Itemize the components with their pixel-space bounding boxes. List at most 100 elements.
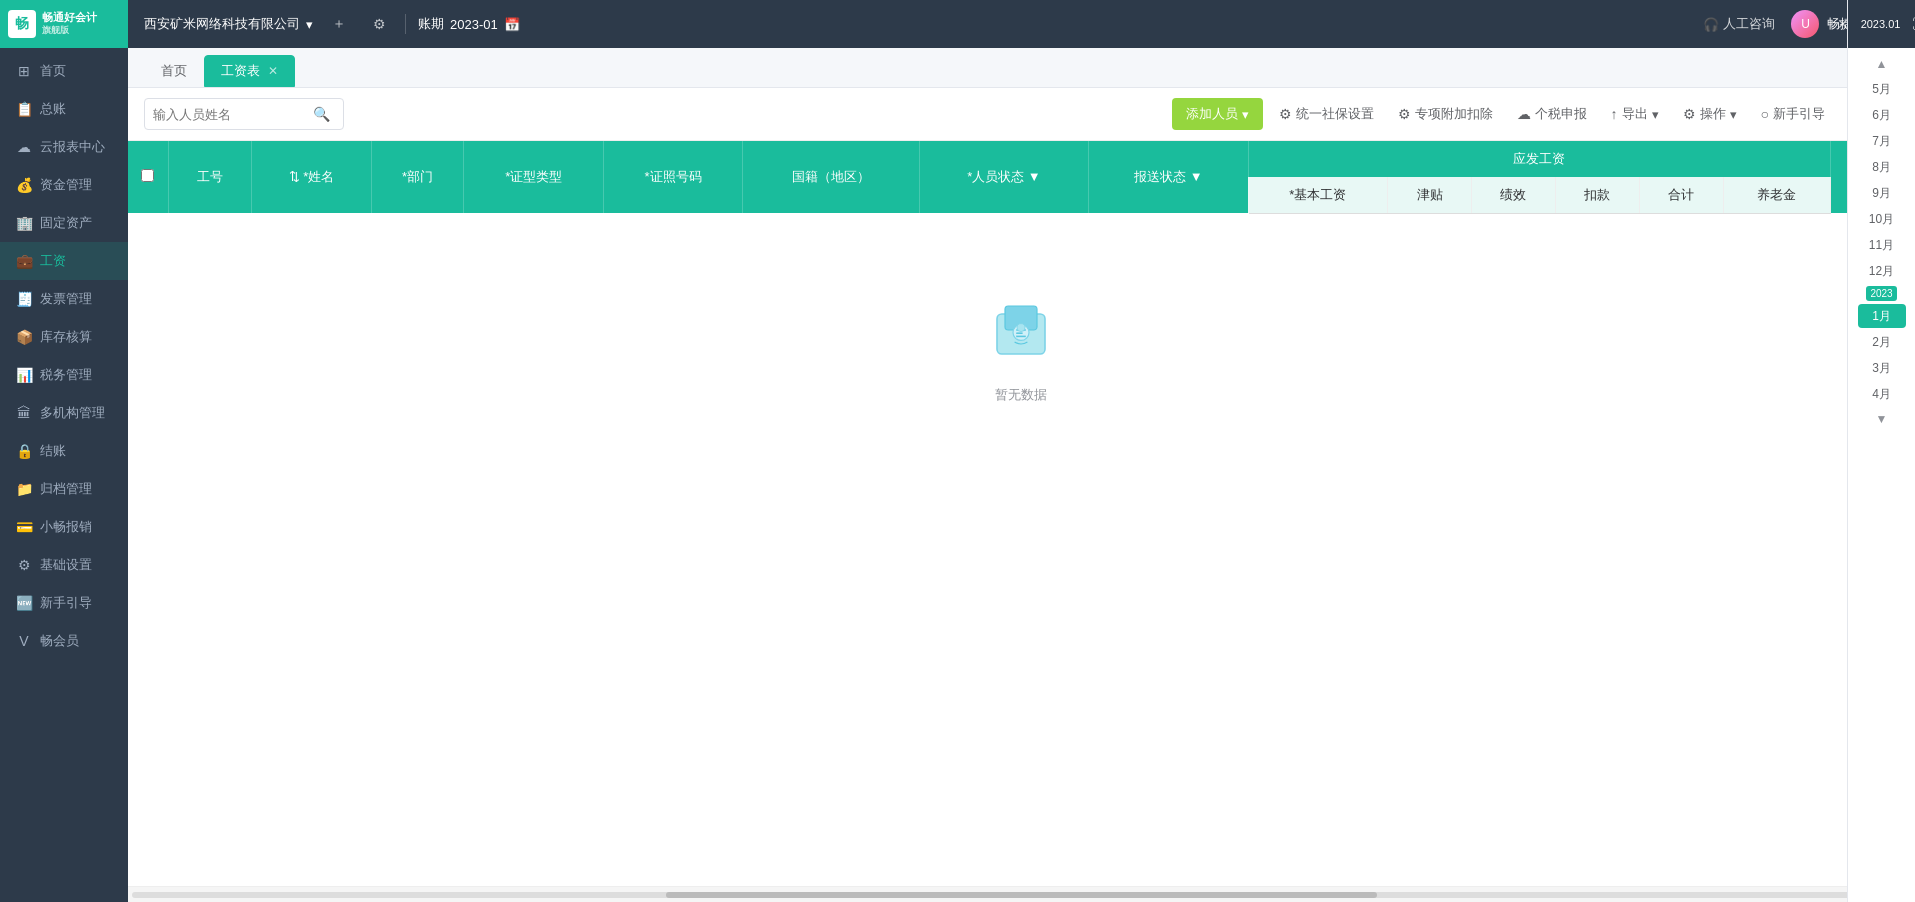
scrollbar-track[interactable]: [132, 892, 1911, 898]
operation-dropdown-icon: ▾: [1730, 107, 1737, 122]
sidebar-item-guide[interactable]: 🆕新手引导: [0, 584, 128, 622]
date-panel: ✕ 2023.01 ⛶ ▲ 5月 6月 7月 8月 9月 10月 11月 12月…: [1847, 0, 1915, 902]
main-wrapper: 西安矿米网络科技有限公司 ▾ ＋ ⚙ 账期 2023-01 📅 🎧 人工咨询 U…: [128, 0, 1915, 902]
sidebar-logo: 畅 畅通好会计 旗舰版: [0, 0, 128, 48]
nav-icon-fund: 💰: [16, 177, 32, 193]
nav-icon-inventory: 📦: [16, 329, 32, 345]
nav-icon-salary: 💼: [16, 253, 32, 269]
search-input[interactable]: [153, 107, 313, 122]
sidebar-item-settings[interactable]: ⚙基础设置: [0, 546, 128, 584]
search-box[interactable]: 🔍: [144, 98, 344, 130]
sidebar-item-member[interactable]: V畅会员: [0, 622, 128, 660]
logo-text: 畅通好会计 旗舰版: [42, 11, 97, 37]
sidebar-item-archive[interactable]: 📁归档管理: [0, 470, 128, 508]
sidebar-item-expense[interactable]: 💳小畅报销: [0, 508, 128, 546]
sidebar-nav: ⊞ 首页 📋总账☁云报表中心 💰 资金管理 🏢固定资产 💼 工资 🧾发票管理📦库存核算📊税务管理…: [0, 48, 128, 902]
tabbar: 首页 工资表 ✕: [128, 48, 1915, 88]
guide-icon: ○: [1761, 106, 1769, 122]
svg-point-6: [1017, 323, 1025, 331]
year-badge: 2023: [1866, 286, 1896, 301]
col-status: *人员状态 ▼: [920, 141, 1089, 213]
tab-home[interactable]: 首页: [144, 55, 204, 87]
user-avatar: U: [1791, 10, 1819, 38]
add-company-btn[interactable]: ＋: [325, 10, 353, 38]
sub-col-deduction: 扣款: [1555, 177, 1639, 213]
nav-label-salary: 工资: [40, 252, 66, 270]
sidebar-item-home[interactable]: ⊞ 首页: [0, 52, 128, 90]
sidebar-item-inventory[interactable]: 📦库存核算: [0, 318, 128, 356]
calendar-icon[interactable]: 📅: [504, 17, 520, 32]
settings-icon[interactable]: ⚙: [365, 10, 393, 38]
sidebar-item-fixed-assets[interactable]: 🏢固定资产: [0, 204, 128, 242]
nav-icon-home: ⊞: [16, 63, 32, 79]
date-month-list: ▲ 5月 6月 7月 8月 9月 10月 11月 12月 2023 1月 2月 …: [1848, 48, 1915, 902]
empty-state: 暂无数据: [128, 214, 1915, 484]
sidebar-item-multi-org[interactable]: 🏛多机构管理: [0, 394, 128, 432]
filter-icon[interactable]: ▼: [1028, 169, 1041, 184]
col-id-type: *证型类型: [464, 141, 603, 213]
sidebar-item-closing[interactable]: 🔒结账: [0, 432, 128, 470]
sidebar-item-cloud-report[interactable]: ☁云报表中心: [0, 128, 128, 166]
company-selector[interactable]: 西安矿米网络科技有限公司 ▾: [144, 15, 313, 33]
sidebar-item-tax[interactable]: 📊税务管理: [0, 356, 128, 394]
month-4[interactable]: 4月: [1858, 382, 1906, 406]
month-8[interactable]: 8月: [1858, 155, 1906, 179]
logo-icon: 畅: [8, 10, 36, 38]
tax-icon: ☁: [1517, 106, 1531, 122]
nav-icon-closing: 🔒: [16, 443, 32, 459]
month-5[interactable]: 5月: [1858, 77, 1906, 101]
empty-row: 暂无数据: [128, 213, 1915, 484]
tax-declaration-btn[interactable]: ☁ 个税申报: [1509, 98, 1595, 130]
add-dropdown-icon: ▾: [1242, 107, 1249, 122]
export-btn[interactable]: ↑ 导出 ▾: [1603, 98, 1667, 130]
company-dropdown-icon[interactable]: ▾: [306, 17, 313, 32]
filter-icon2[interactable]: ▼: [1190, 169, 1203, 184]
scrollbar-thumb[interactable]: [666, 892, 1378, 898]
nav-label-home: 首页: [40, 62, 66, 80]
month-3[interactable]: 3月: [1858, 356, 1906, 380]
month-1-active[interactable]: 1月: [1858, 304, 1906, 328]
month-11[interactable]: 11月: [1858, 233, 1906, 257]
month-2[interactable]: 2月: [1858, 330, 1906, 354]
month-7[interactable]: 7月: [1858, 129, 1906, 153]
period-value: 2023-01: [450, 17, 498, 32]
period-info: 账期 2023-01 📅: [418, 15, 520, 33]
col-nationality: 国籍（地区）: [743, 141, 920, 213]
sidebar-item-invoice[interactable]: 🧾发票管理: [0, 280, 128, 318]
sub-col-pension: 养老金: [1723, 177, 1830, 213]
panel-close-btn[interactable]: ✕: [1833, 16, 1853, 32]
operation-btn[interactable]: ⚙ 操作 ▾: [1675, 98, 1745, 130]
nav-label-member: 畅会员: [40, 632, 79, 650]
tab-salary-table[interactable]: 工资表 ✕: [204, 55, 295, 87]
social-security-btn[interactable]: ⚙ 统一社保设置: [1271, 98, 1382, 130]
nav-icon-expense: 💳: [16, 519, 32, 535]
sidebar-item-fund[interactable]: 💰 资金管理: [0, 166, 128, 204]
divider: [405, 14, 406, 34]
sub-col-total: 合计: [1639, 177, 1723, 213]
guide-btn[interactable]: ○ 新手引导: [1753, 98, 1833, 130]
salary-table: 工号 ⇅ *姓名 *部门 *证型类型 *证照号码 国籍（地区） *人员状态: [128, 141, 1915, 484]
tab-close-icon[interactable]: ✕: [268, 64, 278, 78]
special-deduction-btn[interactable]: ⚙ 专项附加扣除: [1390, 98, 1501, 130]
sidebar-item-ledger[interactable]: 📋总账: [0, 90, 128, 128]
month-10[interactable]: 10月: [1858, 207, 1906, 231]
empty-icon: [981, 294, 1061, 374]
sub-col-allowance: 津贴: [1388, 177, 1472, 213]
nav-label-fund: 资金管理: [40, 176, 92, 194]
toolbar: 🔍 添加人员 ▾ ⚙ 统一社保设置 ⚙ 专项附加扣除: [128, 88, 1915, 141]
panel-expand-btn[interactable]: ⛶: [1908, 16, 1915, 32]
add-person-btn[interactable]: 添加人员 ▾: [1172, 98, 1263, 130]
support-btn[interactable]: 🎧 人工咨询: [1703, 15, 1775, 33]
month-12[interactable]: 12月: [1858, 259, 1906, 283]
month-6[interactable]: 6月: [1858, 103, 1906, 127]
company-name: 西安矿米网络科技有限公司: [144, 15, 300, 33]
nav-icon-invoice: 🧾: [16, 291, 32, 307]
sidebar-item-salary[interactable]: 💼 工资: [0, 242, 128, 280]
date-prev-btn[interactable]: ▲: [1870, 52, 1894, 76]
date-next-btn[interactable]: ▼: [1870, 407, 1894, 431]
month-9[interactable]: 9月: [1858, 181, 1906, 205]
select-all-checkbox[interactable]: [141, 169, 154, 182]
search-icon: 🔍: [313, 106, 330, 122]
empty-text: 暂无数据: [995, 386, 1047, 404]
nav-icon-fixed-assets: 🏢: [16, 215, 32, 231]
